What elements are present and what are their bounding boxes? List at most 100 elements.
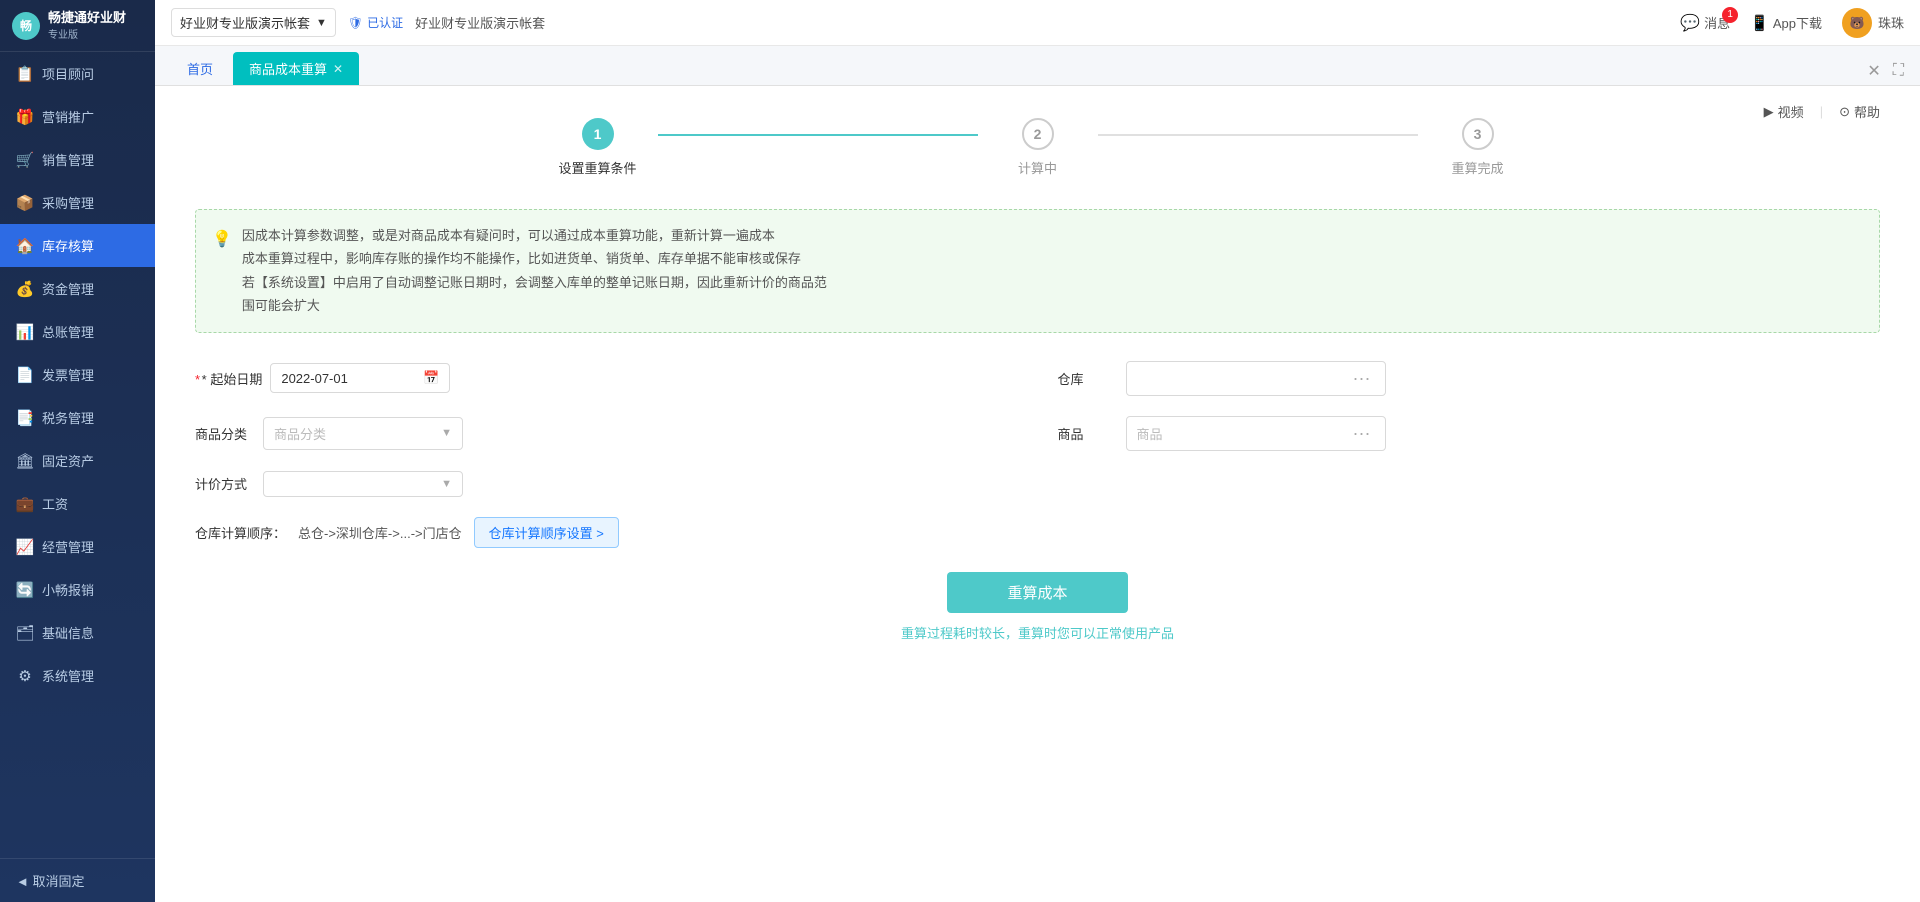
form-row-3: 计价方式 ▼ bbox=[195, 471, 1880, 497]
step-1-label: 设置重算条件 bbox=[558, 158, 636, 177]
start-date-label: * * 起始日期 bbox=[195, 369, 262, 388]
sidebar-item-invoice[interactable]: 📄 发票管理 bbox=[0, 353, 155, 396]
expense-icon: 🔄 bbox=[16, 581, 34, 599]
accounting-icon: 📊 bbox=[16, 323, 34, 341]
user-avatar: 🐻 bbox=[1842, 8, 1872, 38]
start-date-group: * * 起始日期 2022-07-01 📅 bbox=[195, 363, 1018, 393]
recalc-hint: 重算过程耗时较长，重算时您可以正常使用产品 bbox=[901, 623, 1174, 642]
app-download-button[interactable]: 📱 App下载 bbox=[1750, 13, 1822, 32]
sales-icon: 🛒 bbox=[16, 151, 34, 169]
warehouse-label: 仓库 bbox=[1058, 369, 1118, 388]
tabbar: 首页 商品成本重算 ✕ ✕ ⛶ bbox=[155, 46, 1920, 86]
warehouse-input[interactable]: ··· bbox=[1126, 361, 1386, 396]
bulb-icon: 💡 bbox=[212, 226, 232, 318]
sidebar-item-ops[interactable]: 📈 经营管理 bbox=[0, 525, 155, 568]
step-3-label: 重算完成 bbox=[1451, 158, 1503, 177]
message-button[interactable]: 💬 消息 1 bbox=[1680, 13, 1730, 33]
category-group: 商品分类 商品分类 ▼ bbox=[195, 417, 1018, 450]
calendar-icon: 📅 bbox=[423, 370, 439, 386]
system-icon: ⚙ bbox=[16, 667, 34, 685]
shield-icon: 🛡 bbox=[348, 16, 363, 30]
product-input[interactable]: 商品 ··· bbox=[1126, 416, 1386, 451]
sidebar-item-sales[interactable]: 🛒 销售管理 bbox=[0, 138, 155, 181]
assets-icon: 🏛 bbox=[16, 452, 34, 470]
sidebar-item-assets[interactable]: 🏛 固定资产 bbox=[0, 439, 155, 482]
product-label: 商品 bbox=[1058, 424, 1118, 443]
chevron-down-icon: ▼ bbox=[316, 17, 327, 29]
content-top-right: ▶ 视频 | ⊙ 帮助 bbox=[1764, 102, 1880, 121]
sidebar-item-marketing[interactable]: 🎁 营销推广 bbox=[0, 95, 155, 138]
marketing-icon: 🎁 bbox=[16, 108, 34, 126]
step-3-circle: 3 bbox=[1462, 118, 1494, 150]
sidebar-item-expense[interactable]: 🔄 小畅报销 bbox=[0, 568, 155, 611]
account-selector[interactable]: 好业财专业版演示帐套 ▼ bbox=[171, 8, 336, 37]
warehouse-order-settings-button[interactable]: 仓库计算顺序设置 > bbox=[474, 517, 619, 548]
step-1: 1 设置重算条件 bbox=[538, 118, 658, 177]
sidebar-item-purchase[interactable]: 📦 采购管理 bbox=[0, 181, 155, 224]
sidebar-logo: 畅 畅捷通好业财 专业版 bbox=[0, 0, 155, 52]
app-logo-text: 畅捷通好业财 专业版 bbox=[48, 10, 126, 41]
recalc-section: 重算成本 重算过程耗时较长，重算时您可以正常使用产品 bbox=[195, 572, 1880, 642]
sidebar: 畅 畅捷通好业财 专业版 📋 项目顾问 🎁 营销推广 🛒 销售管理 📦 采购管理… bbox=[0, 0, 155, 902]
user-menu[interactable]: 🐻 珠珠 bbox=[1842, 8, 1904, 38]
category-label: 商品分类 bbox=[195, 424, 255, 443]
sidebar-item-basic[interactable]: 🗂 基础信息 bbox=[0, 611, 155, 654]
sidebar-nav: 📋 项目顾问 🎁 营销推广 🛒 销售管理 📦 采购管理 🏠 库存核算 💰 资金管… bbox=[0, 52, 155, 858]
verified-badge: 🛡 已认证 bbox=[348, 14, 403, 31]
help-icon: ⊙ bbox=[1839, 104, 1850, 120]
sidebar-item-accounting[interactable]: 📊 总账管理 bbox=[0, 310, 155, 353]
product-group: 商品 商品 ··· bbox=[1058, 416, 1881, 451]
tab-recalc[interactable]: 商品成本重算 ✕ bbox=[233, 52, 359, 85]
notice-box: 💡 因成本计算参数调整，或是对商品成本有疑问时，可以通过成本重算功能，重新计算一… bbox=[195, 209, 1880, 333]
form-row-2: 商品分类 商品分类 ▼ 商品 商品 ··· bbox=[195, 416, 1880, 451]
expand-window-button[interactable]: ⛶ bbox=[1893, 62, 1904, 80]
salary-icon: 💼 bbox=[16, 495, 34, 513]
warehouse-more-icon[interactable]: ··· bbox=[1349, 368, 1375, 389]
recalc-button[interactable]: 重算成本 bbox=[947, 572, 1127, 613]
tab-home[interactable]: 首页 bbox=[171, 52, 229, 85]
message-icon: 💬 bbox=[1680, 13, 1700, 33]
video-link[interactable]: ▶ 视频 bbox=[1764, 102, 1804, 121]
step-3: 3 重算完成 bbox=[1418, 118, 1538, 177]
close-window-button[interactable]: ✕ bbox=[1867, 61, 1880, 81]
sidebar-item-tax[interactable]: 📑 税务管理 bbox=[0, 396, 155, 439]
tab-close-icon[interactable]: ✕ bbox=[333, 62, 343, 76]
form-row-1: * * 起始日期 2022-07-01 📅 仓库 ··· bbox=[195, 361, 1880, 396]
start-date-input[interactable]: 2022-07-01 📅 bbox=[270, 363, 450, 393]
category-chevron-icon: ▼ bbox=[441, 427, 452, 439]
pricing-chevron-icon: ▼ bbox=[441, 478, 452, 490]
sidebar-item-system[interactable]: ⚙ 系统管理 bbox=[0, 654, 155, 697]
sidebar-item-inventory[interactable]: 🏠 库存核算 bbox=[0, 224, 155, 267]
sidebar-item-salary[interactable]: 💼 工资 bbox=[0, 482, 155, 525]
sidebar-item-project[interactable]: 📋 项目顾问 bbox=[0, 52, 155, 95]
step-2-circle: 2 bbox=[1022, 118, 1054, 150]
pricing-label: 计价方式 bbox=[195, 474, 255, 493]
invoice-icon: 📄 bbox=[16, 366, 34, 384]
category-select[interactable]: 商品分类 ▼ bbox=[263, 417, 463, 450]
inventory-icon: 🏠 bbox=[16, 237, 34, 255]
sidebar-footer-unpin[interactable]: ◄ 取消固定 bbox=[0, 858, 155, 902]
help-link[interactable]: ⊙ 帮助 bbox=[1839, 102, 1880, 121]
ops-icon: 📈 bbox=[16, 538, 34, 556]
phone-icon: 📱 bbox=[1750, 14, 1769, 32]
warehouse-order-label: 仓库计算顺序： bbox=[195, 523, 286, 542]
finance-icon: 💰 bbox=[16, 280, 34, 298]
topbar-right: 💬 消息 1 📱 App下载 🐻 珠珠 bbox=[1680, 8, 1904, 38]
purchase-icon: 📦 bbox=[16, 194, 34, 212]
step-1-circle: 1 bbox=[582, 118, 614, 150]
warehouse-order-row: 仓库计算顺序： 总仓->深圳仓库->...->门店仓 仓库计算顺序设置 > bbox=[195, 517, 1880, 548]
warehouse-order-value: 总仓->深圳仓库->...->门店仓 bbox=[298, 523, 462, 542]
warehouse-group: 仓库 ··· bbox=[1058, 361, 1881, 396]
step-connector-2 bbox=[1098, 134, 1418, 136]
step-2: 2 计算中 bbox=[978, 118, 1098, 177]
sidebar-item-finance[interactable]: 💰 资金管理 bbox=[0, 267, 155, 310]
main-area: 好业财专业版演示帐套 ▼ 🛡 已认证 好业财专业版演示帐套 💬 消息 1 📱 A… bbox=[155, 0, 1920, 902]
notice-text: 因成本计算参数调整，或是对商品成本有疑问时，可以通过成本重算功能，重新计算一遍成… bbox=[242, 224, 827, 318]
product-more-icon[interactable]: ··· bbox=[1349, 423, 1375, 444]
content-area: ▶ 视频 | ⊙ 帮助 1 设置重算条件 2 计算中 3 重算完成 bbox=[155, 86, 1920, 902]
step-2-label: 计算中 bbox=[1018, 158, 1057, 177]
app-logo-icon: 畅 bbox=[12, 12, 40, 40]
pricing-select[interactable]: ▼ bbox=[263, 471, 463, 497]
steps-container: 1 设置重算条件 2 计算中 3 重算完成 bbox=[195, 110, 1880, 177]
basic-icon: 🗂 bbox=[16, 624, 34, 642]
